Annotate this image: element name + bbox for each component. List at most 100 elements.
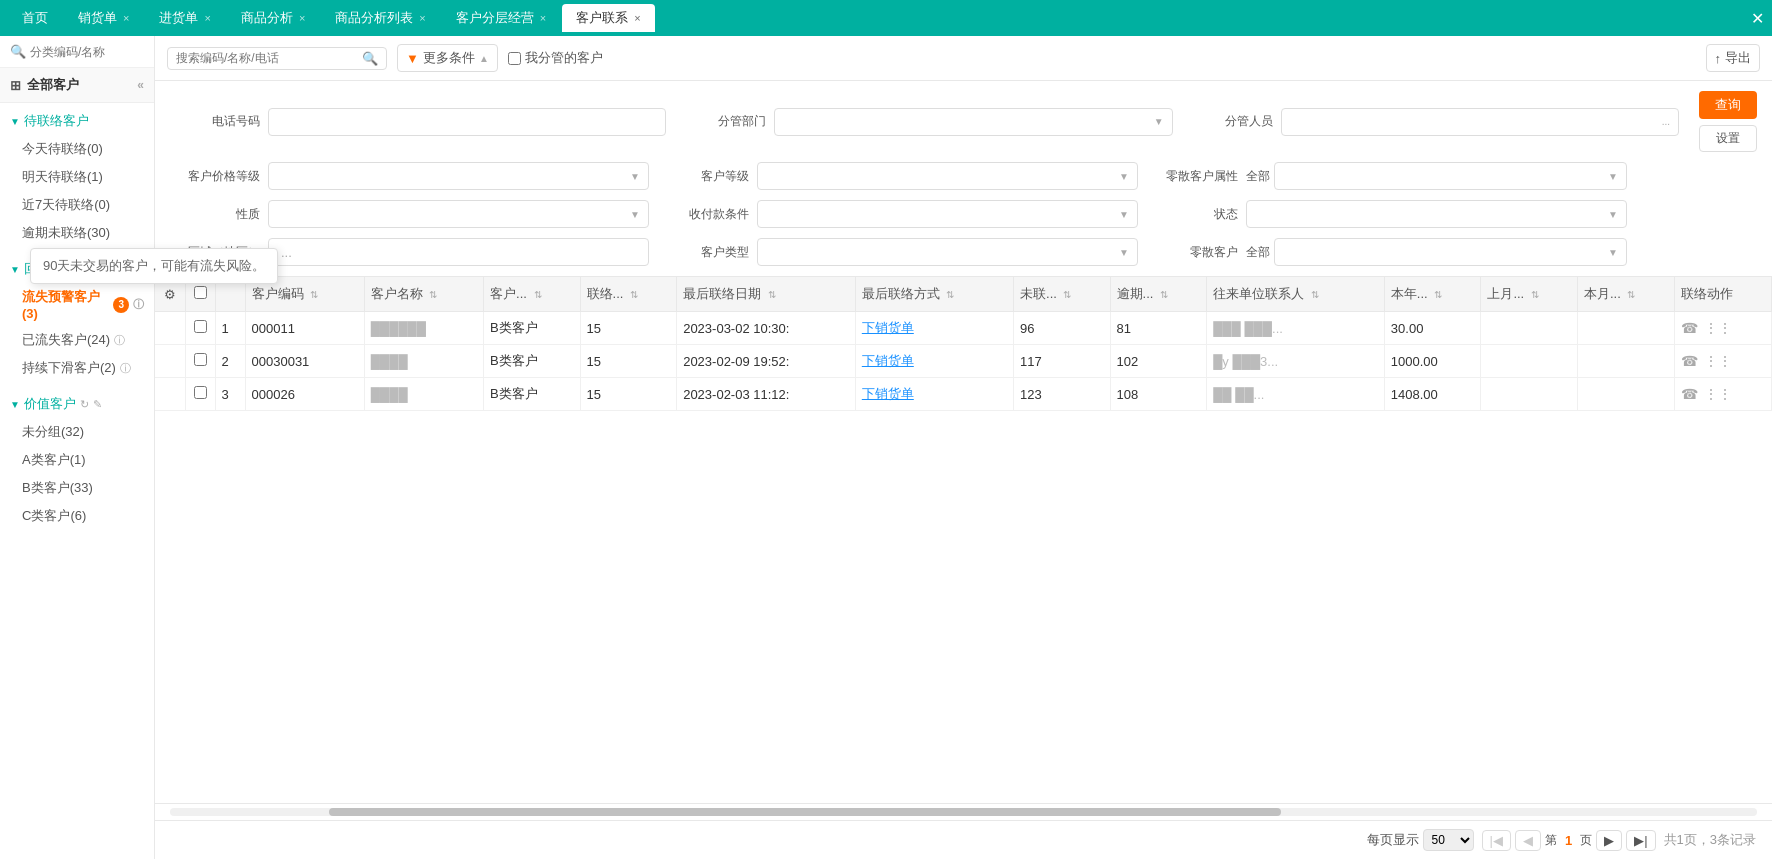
sidebar-search-input[interactable] — [30, 45, 155, 59]
th-customer-name[interactable]: 客户名称 ⇅ — [364, 277, 483, 312]
more-action-icon-1[interactable]: ⋮⋮ — [1704, 353, 1732, 369]
search-button[interactable]: 🔍 — [362, 51, 378, 66]
search-input[interactable] — [176, 51, 358, 65]
this-month-sort-icon[interactable]: ⇅ — [1627, 289, 1635, 300]
page-size-select[interactable]: 50 100 — [1423, 829, 1474, 851]
query-button[interactable]: 查询 — [1699, 91, 1757, 119]
region-dots[interactable]: ... — [277, 245, 296, 260]
tab-purchase-close[interactable]: × — [204, 12, 210, 24]
row-checkbox-2[interactable] — [194, 386, 207, 399]
row-checkbox-1[interactable] — [194, 353, 207, 366]
contact-sort-icon[interactable]: ⇅ — [630, 289, 638, 300]
last-contact-method-sort-icon[interactable]: ⇅ — [946, 289, 954, 300]
tab-product-analysis-list[interactable]: 商品分析列表 × — [321, 4, 439, 32]
tab-home[interactable]: 首页 — [8, 4, 62, 32]
sidebar-item-churned[interactable]: 已流失客户(24) ⓘ — [0, 326, 154, 354]
th-unit-contact[interactable]: 往来单位联系人 ⇅ — [1207, 277, 1385, 312]
my-customers-checkbox-label[interactable]: 我分管的客户 — [508, 49, 603, 67]
more-action-icon-2[interactable]: ⋮⋮ — [1704, 386, 1732, 402]
overdue-sort-icon[interactable]: ⇅ — [1160, 289, 1168, 300]
scroll-thumb[interactable] — [329, 808, 1281, 816]
my-customers-checkbox[interactable] — [508, 52, 521, 65]
customer-type-select[interactable]: ▼ — [757, 238, 1138, 266]
td-checkbox-0[interactable] — [185, 312, 215, 345]
th-overdue[interactable]: 逾期... ⇅ — [1110, 277, 1207, 312]
phone-input[interactable] — [268, 108, 666, 136]
td-last-contact-method-2[interactable]: 下销货单 — [855, 378, 1013, 411]
customer-code-sort-icon[interactable]: ⇅ — [310, 289, 318, 300]
contact-action-icon-1[interactable]: ☎ — [1681, 353, 1698, 369]
tab-customer-contact-close[interactable]: × — [634, 12, 640, 24]
unit-contact-sort-icon[interactable]: ⇅ — [1311, 289, 1319, 300]
customer-type-sort-icon[interactable]: ⇅ — [534, 289, 542, 300]
churned-info-icon[interactable]: ⓘ — [114, 333, 125, 348]
td-last-contact-method-1[interactable]: 下销货单 — [855, 345, 1013, 378]
sidebar-item-a-class[interactable]: A类客户(1) — [0, 446, 154, 474]
gender-select[interactable]: ▼ — [268, 200, 649, 228]
uncontacted-sort-icon[interactable]: ⇅ — [1063, 289, 1071, 300]
sidebar-item-c-class[interactable]: C类客户(6) — [0, 502, 154, 530]
th-last-contact-method[interactable]: 最后联络方式 ⇅ — [855, 277, 1013, 312]
sidebar-item-tomorrow-contact[interactable]: 明天待联络(1) — [0, 163, 154, 191]
th-last-month[interactable]: 上月... ⇅ — [1481, 277, 1578, 312]
last-contact-method-link-1[interactable]: 下销货单 — [862, 353, 914, 368]
td-checkbox-2[interactable] — [185, 378, 215, 411]
tab-customer-tier[interactable]: 客户分层经营 × — [442, 4, 560, 32]
sidebar-all-customers[interactable]: ⊞ 全部客户 « — [0, 68, 154, 103]
th-this-month[interactable]: 本月... ⇅ — [1577, 277, 1674, 312]
more-action-icon-0[interactable]: ⋮⋮ — [1704, 320, 1732, 336]
last-page-button[interactable]: ▶| — [1626, 830, 1655, 851]
zero-customers-select[interactable]: ▼ — [1274, 238, 1627, 266]
tab-sales-close[interactable]: × — [123, 12, 129, 24]
collapse-icon[interactable]: « — [137, 78, 144, 92]
this-year-sort-icon[interactable]: ⇅ — [1434, 289, 1442, 300]
region-select[interactable]: ... — [268, 238, 649, 266]
sidebar-item-today-contact[interactable]: 今天待联络(0) — [0, 135, 154, 163]
horizontal-scrollbar[interactable] — [155, 803, 1772, 820]
close-all-button[interactable]: ✕ — [1751, 9, 1764, 28]
more-filters-button[interactable]: ▼ 更多条件 ▲ — [397, 44, 498, 72]
customer-level-select[interactable]: ▼ — [757, 162, 1138, 190]
value-group-title[interactable]: ▼ 价值客户 ↻ ✎ — [0, 390, 154, 418]
contact-action-icon-0[interactable]: ☎ — [1681, 320, 1698, 336]
th-uncontacted[interactable]: 未联... ⇅ — [1014, 277, 1111, 312]
prev-page-button[interactable]: ◀ — [1515, 830, 1541, 851]
th-customer-type[interactable]: 客户... ⇅ — [484, 277, 581, 312]
sidebar-item-week-contact[interactable]: 近7天待联络(0) — [0, 191, 154, 219]
person-select[interactable]: ... — [1281, 108, 1679, 136]
contact-action-icon-2[interactable]: ☎ — [1681, 386, 1698, 402]
sidebar-item-declining[interactable]: 持续下滑客户(2) ⓘ — [0, 354, 154, 382]
last-contact-method-link-2[interactable]: 下销货单 — [862, 386, 914, 401]
value-edit-icon[interactable]: ✎ — [93, 398, 102, 411]
tab-product-analysis-list-close[interactable]: × — [419, 12, 425, 24]
sidebar-item-churn-warning[interactable]: 流失预警客户(3) 3 ⓘ — [0, 283, 154, 326]
tab-customer-tier-close[interactable]: × — [540, 12, 546, 24]
th-last-contact-date[interactable]: 最后联络日期 ⇅ — [677, 277, 856, 312]
churn-warning-info-icon[interactable]: ⓘ — [133, 297, 144, 312]
pending-contact-group-title[interactable]: ▼ 待联络客户 — [0, 107, 154, 135]
th-contact[interactable]: 联络... ⇅ — [580, 277, 677, 312]
select-all-checkbox[interactable] — [194, 286, 207, 299]
declining-info-icon[interactable]: ⓘ — [120, 361, 131, 376]
first-page-button[interactable]: |◀ — [1482, 830, 1511, 851]
sidebar-item-b-class[interactable]: B类客户(33) — [0, 474, 154, 502]
sidebar-item-ungrouped[interactable]: 未分组(32) — [0, 418, 154, 446]
payment-select[interactable]: ▼ — [757, 200, 1138, 228]
tab-sales[interactable]: 销货单 × — [64, 4, 143, 32]
tab-purchase[interactable]: 进货单 × — [145, 4, 224, 32]
td-last-contact-method-0[interactable]: 下销货单 — [855, 312, 1013, 345]
zero-attr-select[interactable]: ▼ — [1274, 162, 1627, 190]
status-select[interactable]: ▼ — [1246, 200, 1627, 228]
tab-product-analysis-close[interactable]: × — [299, 12, 305, 24]
tab-product-analysis[interactable]: 商品分析 × — [227, 4, 319, 32]
th-this-year[interactable]: 本年... ⇅ — [1384, 277, 1481, 312]
last-contact-method-link-0[interactable]: 下销货单 — [862, 320, 914, 335]
td-checkbox-1[interactable] — [185, 345, 215, 378]
last-contact-date-sort-icon[interactable]: ⇅ — [768, 289, 776, 300]
last-month-sort-icon[interactable]: ⇅ — [1531, 289, 1539, 300]
customer-name-sort-icon[interactable]: ⇅ — [429, 289, 437, 300]
export-button[interactable]: ↑ 导出 — [1706, 44, 1761, 72]
dept-select[interactable]: ▼ — [774, 108, 1172, 136]
tab-customer-contact[interactable]: 客户联系 × — [562, 4, 654, 32]
price-level-select[interactable]: ▼ — [268, 162, 649, 190]
